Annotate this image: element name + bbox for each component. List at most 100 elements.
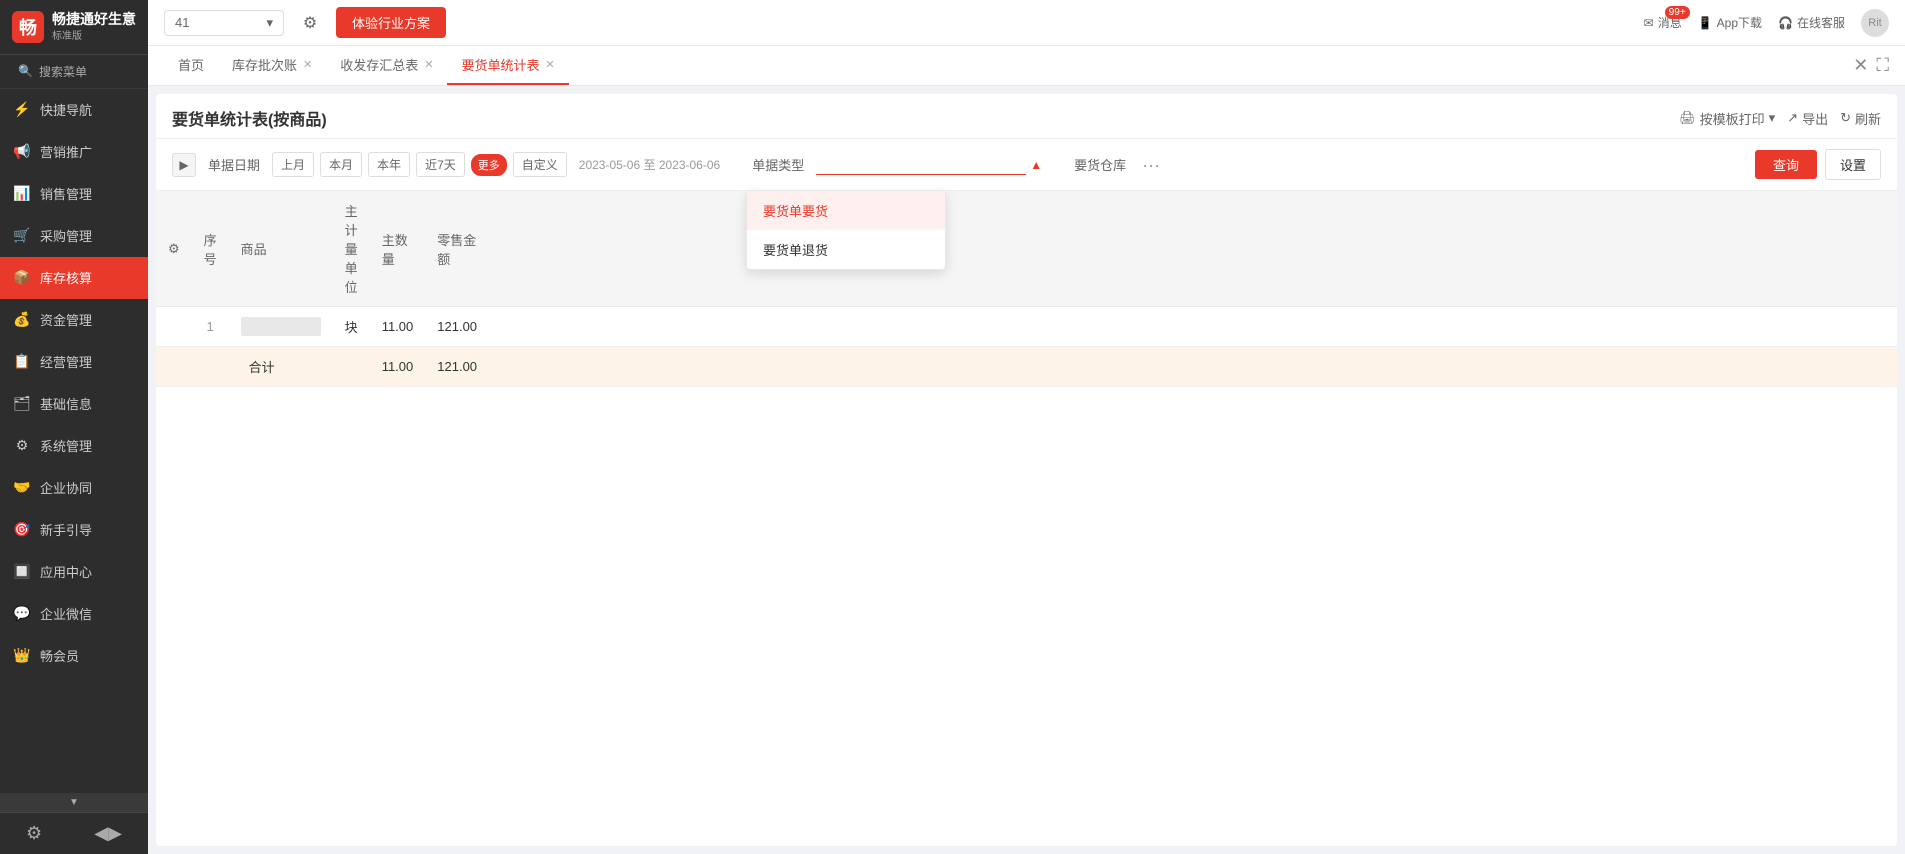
filter-expand-btn[interactable]: ▶ xyxy=(172,153,196,177)
th-settings[interactable]: ⚙ xyxy=(156,191,192,307)
th-unit: 主计量单位 xyxy=(333,191,370,307)
sidebar-item-label: 经营管理 xyxy=(40,352,92,371)
total-empty-settings xyxy=(156,347,192,387)
refresh-btn[interactable]: ↻ 刷新 xyxy=(1840,109,1881,128)
date-btn-custom[interactable]: 自定义 xyxy=(513,152,567,177)
tab-order-stats-close[interactable]: ✕ xyxy=(546,58,555,71)
print-template-btn[interactable]: 🖨 按模板打印 ▾ xyxy=(1679,109,1775,128)
date-buttons: 上月 本月 本年 近7天 更多 自定义 xyxy=(272,152,567,177)
sidebar-item-purchase[interactable]: 🛒 采购管理 xyxy=(0,215,148,257)
th-num: 序号 xyxy=(192,191,229,307)
sidebar-item-operation[interactable]: 📋 经营管理 xyxy=(0,341,148,383)
td-unit: 块 xyxy=(333,307,370,347)
sidebar-item-marketing[interactable]: 📢 营销推广 xyxy=(0,131,148,173)
sidebar-item-member[interactable]: 👑 畅会员 xyxy=(0,635,148,677)
date-btn-more[interactable]: 更多 xyxy=(471,154,507,176)
page-header: 要货单统计表(按商品) 🖨 按模板打印 ▾ ↗ 导出 ↻ 刷新 xyxy=(156,94,1897,139)
sidebar-item-label: 采购管理 xyxy=(40,226,92,245)
type-filter-input[interactable] xyxy=(816,155,1026,175)
sidebar-item-label: 销售管理 xyxy=(40,184,92,203)
sidebar-item-finance[interactable]: 💰 资金管理 xyxy=(0,299,148,341)
sidebar-item-label: 资金管理 xyxy=(40,310,92,329)
tab-collect-report-close[interactable]: ✕ xyxy=(424,58,433,71)
sidebar-item-label: 基础信息 xyxy=(40,394,92,413)
td-settings xyxy=(156,307,192,347)
company-selector[interactable]: 41 ▾ xyxy=(164,10,284,36)
settings-btn[interactable]: 设置 xyxy=(1825,149,1881,180)
type-filter-label: 单据类型 xyxy=(752,155,804,174)
sidebar-item-appstore[interactable]: 🔲 应用中心 xyxy=(0,551,148,593)
th-product: 商品 xyxy=(229,191,333,307)
tabs-close-all-btn[interactable]: ✕ xyxy=(1853,55,1868,76)
print-chevron-icon: ▾ xyxy=(1769,110,1776,126)
sidebar-item-sales[interactable]: 📊 销售管理 xyxy=(0,173,148,215)
sidebar-item-wechat[interactable]: 💬 企业微信 xyxy=(0,593,148,635)
dropdown-item-order-return[interactable]: 要货单退货 xyxy=(747,230,945,269)
trial-btn[interactable]: 体验行业方案 xyxy=(336,7,446,38)
sidebar-item-label: 新手引导 xyxy=(40,520,92,539)
user-avatar[interactable]: Rit xyxy=(1861,9,1889,37)
sidebar-item-label: 应用中心 xyxy=(40,562,92,581)
total-empty-num xyxy=(192,347,229,387)
service-label: 在线客服 xyxy=(1797,14,1845,31)
quick-nav-icon: ⚡ xyxy=(12,100,32,120)
type-dropdown-arrow[interactable]: ▲ xyxy=(1030,158,1042,172)
settings-bottom-btn[interactable]: ⚙ xyxy=(26,823,42,844)
page-inner: 要货单统计表(按商品) 🖨 按模板打印 ▾ ↗ 导出 ↻ 刷新 xyxy=(156,94,1897,846)
enterprise-icon: 🤝 xyxy=(12,478,32,498)
warehouse-filter-label: 要货仓库 xyxy=(1074,155,1126,174)
type-filter-container: ▲ xyxy=(816,155,1042,175)
selector-chevron-icon: ▾ xyxy=(266,15,273,31)
date-btn-last-month[interactable]: 上月 xyxy=(272,152,314,177)
search-menu-label: 搜索菜单 xyxy=(39,63,87,80)
dropdown-item-order-goods[interactable]: 要货单要货 xyxy=(747,191,945,230)
main-area: 41 ▾ ⚙ 体验行业方案 ✉ 消息 99+ 📱 App下载 🎧 在线客服 Ri… xyxy=(148,0,1905,854)
wechat-icon: 💬 xyxy=(12,604,32,624)
sidebar-scroll-down[interactable]: ▼ xyxy=(0,793,148,812)
sidebar-item-inventory[interactable]: 📦 库存核算 xyxy=(0,257,148,299)
page-title: 要货单统计表(按商品) xyxy=(172,106,327,130)
collapse-sidebar-btn[interactable]: ◀▶ xyxy=(94,823,122,844)
inventory-icon: 📦 xyxy=(12,268,32,288)
th-extra xyxy=(489,191,1897,307)
online-service-btn[interactable]: 🎧 在线客服 xyxy=(1778,14,1845,31)
search-menu-item[interactable]: 🔍 搜索菜单 xyxy=(0,55,148,89)
table-row: 1 块 11.00 121.00 xyxy=(156,307,1897,347)
sidebar-item-quick-nav[interactable]: ⚡ 快捷导航 xyxy=(0,89,148,131)
topbar-gear-btn[interactable]: ⚙ xyxy=(296,9,324,37)
system-icon: ⚙ xyxy=(12,436,32,456)
tab-order-stats-label: 要货单统计表 xyxy=(461,55,539,74)
tab-batch-inventory-close[interactable]: ✕ xyxy=(303,58,312,71)
sidebar-item-label: 企业微信 xyxy=(40,604,92,623)
total-empty-unit xyxy=(333,347,370,387)
data-table: ⚙ 序号 商品 主计量单位 主数量 零售金额 1 xyxy=(156,191,1897,387)
warehouse-filter-dots[interactable]: ··· xyxy=(1142,156,1160,174)
print-template-label: 按模板打印 xyxy=(1700,109,1765,128)
sidebar-item-basic[interactable]: 🗂 基础信息 xyxy=(0,383,148,425)
company-selector-value: 41 xyxy=(175,15,189,30)
sidebar-item-label: 营销推广 xyxy=(40,142,92,161)
tab-order-stats[interactable]: 要货单统计表 ✕ xyxy=(447,46,568,85)
tab-home[interactable]: 首页 xyxy=(164,46,218,85)
tabs-expand-btn[interactable]: ⛶ xyxy=(1876,55,1889,76)
td-amount: 121.00 xyxy=(425,307,489,347)
sidebar-item-system[interactable]: ⚙ 系统管理 xyxy=(0,425,148,467)
date-btn-7days[interactable]: 近7天 xyxy=(416,152,465,177)
tab-batch-inventory[interactable]: 库存批次账 ✕ xyxy=(218,46,326,85)
sidebar-item-enterprise[interactable]: 🤝 企业协同 xyxy=(0,467,148,509)
date-btn-this-year[interactable]: 本年 xyxy=(368,152,410,177)
app-download-btn[interactable]: 📱 App下载 xyxy=(1698,14,1762,31)
export-btn[interactable]: ↗ 导出 xyxy=(1787,109,1828,128)
export-label: 导出 xyxy=(1802,109,1828,128)
date-btn-this-month[interactable]: 本月 xyxy=(320,152,362,177)
sales-icon: 📊 xyxy=(12,184,32,204)
user-name: Rit xyxy=(1868,17,1881,29)
sidebar-item-guide[interactable]: 🎯 新手引导 xyxy=(0,509,148,551)
query-btn[interactable]: 查询 xyxy=(1755,150,1817,179)
td-extra xyxy=(489,307,1897,347)
sidebar-item-label: 企业协同 xyxy=(40,478,92,497)
message-btn[interactable]: ✉ 消息 99+ xyxy=(1644,14,1682,31)
tab-collect-report[interactable]: 收发存汇总表 ✕ xyxy=(326,46,447,85)
tab-batch-inventory-label: 库存批次账 xyxy=(232,55,297,74)
sidebar-menu: ⚡ 快捷导航 📢 营销推广 📊 销售管理 🛒 采购管理 📦 库存核算 💰 资金管… xyxy=(0,89,148,793)
